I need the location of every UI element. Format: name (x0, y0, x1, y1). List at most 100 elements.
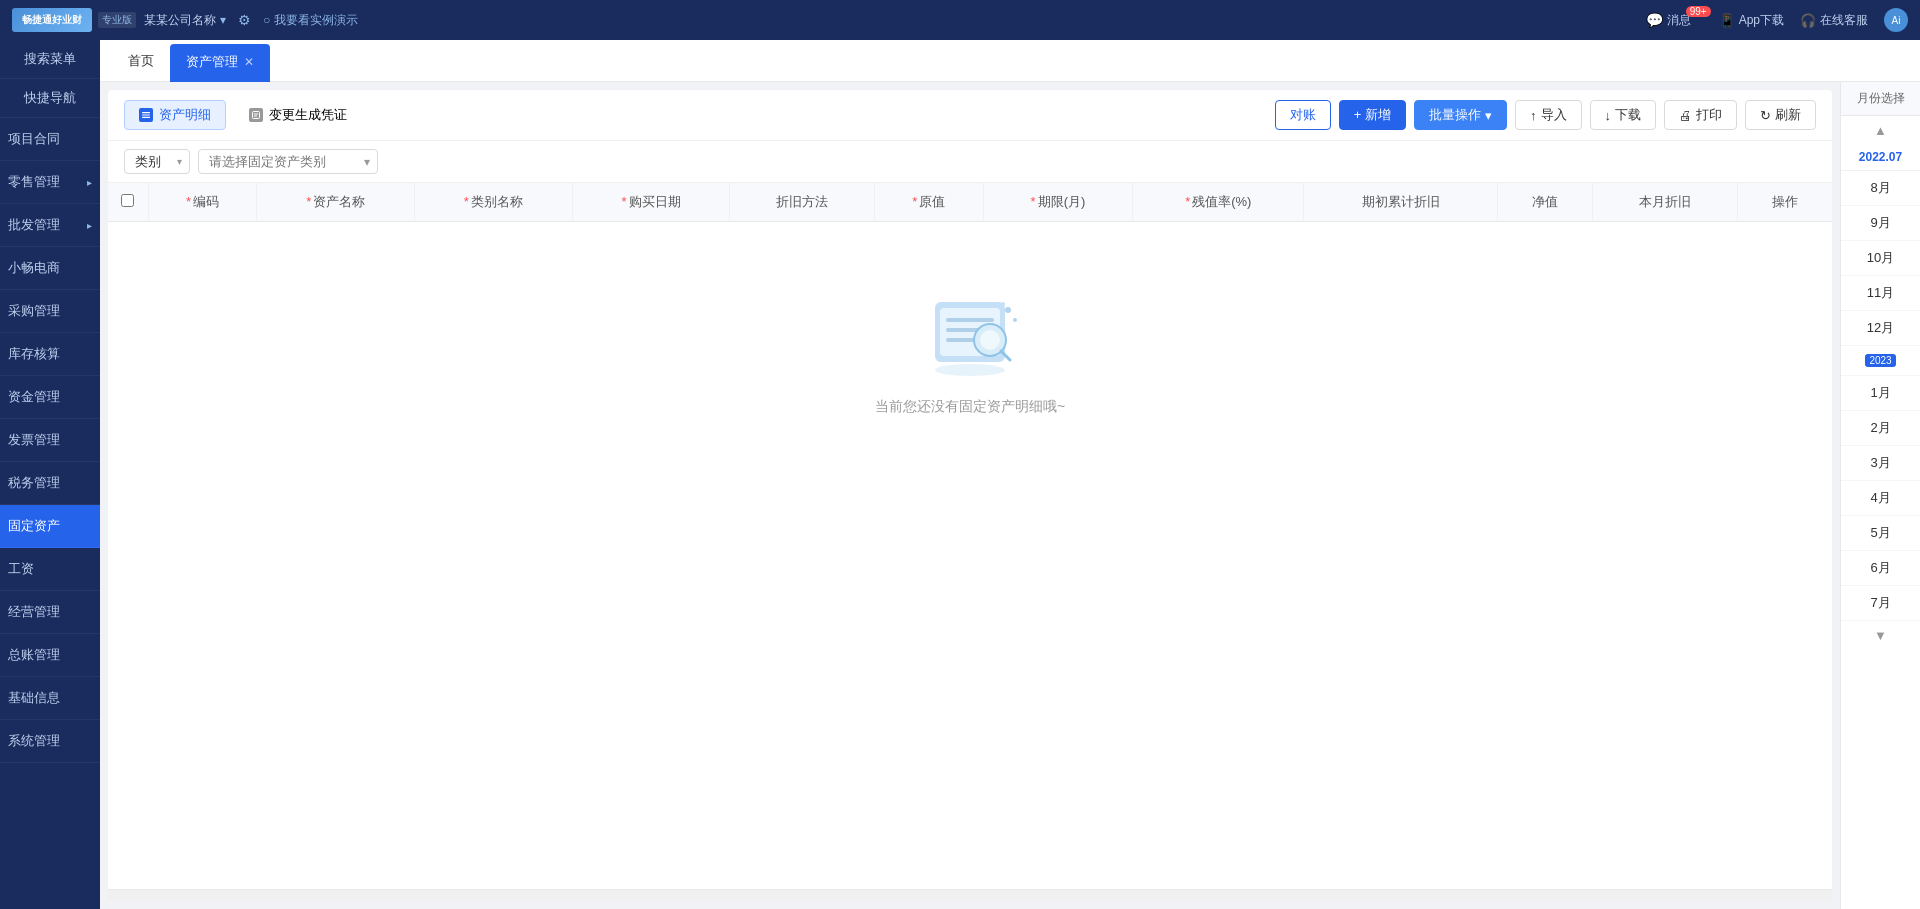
sidebar-item-fixed-assets[interactable]: 固定资产 (0, 505, 100, 548)
top-bar-left: 畅捷通好业财 专业版 某某公司名称 ▾ ⚙ ○ 我要看实例演示 (12, 8, 358, 32)
month-nav-down-button[interactable]: ▼ (1871, 625, 1891, 645)
month-label: 9月 (1870, 214, 1890, 232)
current-month-display[interactable]: 2022.07 (1841, 144, 1920, 171)
tax-label: 税务管理 (8, 474, 60, 492)
sidebar-item-payroll[interactable]: 工资 (0, 548, 100, 591)
svg-point-15 (1005, 307, 1011, 313)
demo-link[interactable]: ○ 我要看实例演示 (263, 12, 358, 29)
month-item-2022-09[interactable]: 9月 (1841, 206, 1920, 241)
sidebar-item-tax[interactable]: 税务管理 (0, 462, 100, 505)
user-avatar[interactable]: Ai (1884, 8, 1908, 32)
empty-state: 当前您还没有固定资产明细哦~ (108, 222, 1832, 476)
sidebar-item-purchase-mgmt[interactable]: 采购管理 (0, 290, 100, 333)
retail-mgmt-label: 零售管理 (8, 173, 60, 191)
download-button[interactable]: ↓ 下载 (1590, 100, 1657, 130)
month-nav-up: ▲ (1841, 116, 1920, 144)
tab-active-label: 资产管理 (186, 53, 238, 71)
month-item-2023-07[interactable]: 7月 (1841, 586, 1920, 621)
project-contract-label: 项目合同 (8, 130, 60, 148)
month-item-2023-01[interactable]: 1月 (1841, 376, 1920, 411)
online-service-label: 在线客服 (1820, 12, 1868, 29)
batch-ops-button[interactable]: 批量操作 ▾ (1414, 100, 1507, 130)
col-residual-rate: *残值率(%) (1133, 183, 1304, 222)
month-label: 5月 (1870, 524, 1890, 542)
month-item-2023-05[interactable]: 5月 (1841, 516, 1920, 551)
sidebar-item-quick-nav[interactable]: 快捷导航 (0, 79, 100, 118)
system-mgmt-label: 系统管理 (8, 732, 60, 750)
messages-button[interactable]: 💬 消息 99+ (1646, 12, 1703, 29)
basic-info-label: 基础信息 (8, 689, 60, 707)
col-operations: 操作 (1737, 183, 1832, 222)
filter-bar: 类别 ▾ ▾ (108, 141, 1832, 183)
month-item-2023-06[interactable]: 6月 (1841, 551, 1920, 586)
sidebar-item-finance[interactable]: 资金管理 (0, 376, 100, 419)
month-item-2022-08[interactable]: 8月 (1841, 171, 1920, 206)
col-code: *编码 (148, 183, 257, 222)
month-item-2022-10[interactable]: 10月 (1841, 241, 1920, 276)
page-body: 资产明细 变更生成凭证 对账 + 新增 批量操作 (100, 82, 1920, 909)
tab-asset-management[interactable]: 资产管理 ✕ (170, 44, 270, 82)
sidebar-item-basic-info[interactable]: 基础信息 (0, 677, 100, 720)
year-2023-badge-row: 2023 (1841, 346, 1920, 376)
svg-rect-2 (142, 117, 150, 118)
col-original-value: *原值 (874, 183, 983, 222)
online-service-button[interactable]: 🎧 在线客服 (1800, 12, 1868, 29)
sidebar-item-inventory[interactable]: 库存核算 (0, 333, 100, 376)
print-button[interactable]: 🖨 打印 (1664, 100, 1737, 130)
message-icon: 💬 (1646, 12, 1663, 28)
sidebar-item-wholesale-mgmt[interactable]: 批发管理 ▸ (0, 204, 100, 247)
month-label: 2月 (1870, 419, 1890, 437)
category-filter-wrap: 类别 ▾ (124, 149, 190, 174)
tab-home[interactable]: 首页 (112, 40, 170, 82)
col-monthly-depreciation: 本月折旧 (1593, 183, 1737, 222)
download-label: 下载 (1615, 106, 1641, 124)
month-item-2023-04[interactable]: 4月 (1841, 481, 1920, 516)
settings-icon[interactable]: ⚙ (234, 8, 255, 32)
refresh-button[interactable]: ↻ 刷新 (1745, 100, 1816, 130)
month-nav-up-button[interactable]: ▲ (1871, 120, 1891, 140)
sidebar-item-project-contract[interactable]: 项目合同 (0, 118, 100, 161)
top-bar: 畅捷通好业财 专业版 某某公司名称 ▾ ⚙ ○ 我要看实例演示 💬 消息 99+… (0, 0, 1920, 40)
svg-point-16 (1013, 318, 1017, 322)
chevron-down-icon: ▾ (1485, 108, 1492, 123)
svg-point-6 (935, 364, 1005, 376)
month-item-2022-11[interactable]: 11月 (1841, 276, 1920, 311)
download-icon: ↓ (1605, 108, 1612, 123)
sidebar-item-search-menu[interactable]: 搜索菜单 (0, 40, 100, 79)
sidebar-item-system-mgmt[interactable]: 系统管理 (0, 720, 100, 763)
operations-label: 经营管理 (8, 603, 60, 621)
wholesale-mgmt-label: 批发管理 (8, 216, 60, 234)
month-item-2023-02[interactable]: 2月 (1841, 411, 1920, 446)
add-new-button[interactable]: + 新增 (1339, 100, 1406, 130)
month-item-2023-03[interactable]: 3月 (1841, 446, 1920, 481)
company-selector[interactable]: 某某公司名称 ▾ (144, 12, 226, 29)
month-item-2022-12[interactable]: 12月 (1841, 311, 1920, 346)
batch-ops-label: 批量操作 (1429, 106, 1481, 124)
demo-text: 我要看实例演示 (274, 12, 358, 29)
sidebar-item-operations[interactable]: 经营管理 (0, 591, 100, 634)
app-download-button[interactable]: 📱 App下载 (1719, 12, 1784, 29)
sidebar-item-general-ledger[interactable]: 总账管理 (0, 634, 100, 677)
top-bar-right: 💬 消息 99+ 📱 App下载 🎧 在线客服 Ai (1646, 8, 1908, 32)
tab-close-icon[interactable]: ✕ (244, 55, 254, 69)
brand-name: 畅捷通好业财 (22, 13, 82, 27)
import-button[interactable]: ↑ 导入 (1515, 100, 1582, 130)
sub-tab-asset-detail[interactable]: 资产明细 (124, 100, 226, 130)
category-input[interactable] (198, 149, 378, 174)
sidebar-item-invoice[interactable]: 发票管理 (0, 419, 100, 462)
select-all-checkbox[interactable] (121, 194, 134, 207)
col-category: *类别名称 (415, 183, 573, 222)
sub-tab-change-voucher[interactable]: 变更生成凭证 (234, 100, 362, 130)
asset-table: *编码 *资产名称 *类别名称 *购买日期 折旧方法 *原值 *期限(月) *残… (108, 183, 1832, 222)
chevron-down-icon: ▾ (220, 13, 226, 27)
category-filter-select[interactable]: 类别 (124, 149, 190, 174)
col-period-months: *期限(月) (983, 183, 1133, 222)
sub-tabs-left: 资产明细 变更生成凭证 (124, 100, 362, 130)
search-menu-label: 搜索菜单 (24, 51, 76, 66)
reconcile-button[interactable]: 对账 (1275, 100, 1331, 130)
headset-icon: 🎧 (1800, 13, 1816, 28)
brand-logo: 畅捷通好业财 (12, 8, 92, 32)
sidebar-item-ecommerce[interactable]: 小畅电商 (0, 247, 100, 290)
horizontal-scrollbar[interactable] (108, 889, 1832, 901)
sidebar-item-retail-mgmt[interactable]: 零售管理 ▸ (0, 161, 100, 204)
